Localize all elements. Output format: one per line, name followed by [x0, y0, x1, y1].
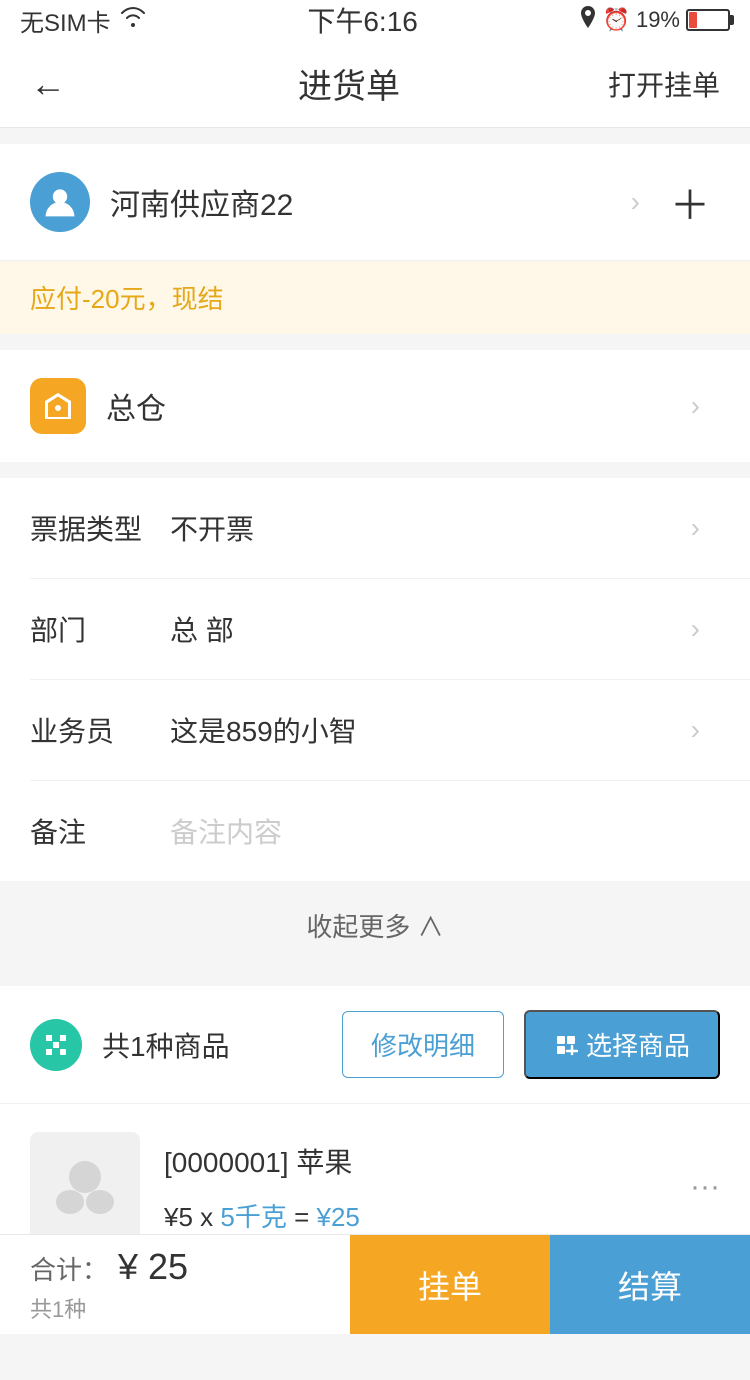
- alarm-icon: ⏰: [603, 7, 630, 33]
- supplier-name: 河南供应商22: [110, 180, 631, 224]
- supplier-avatar: [30, 172, 90, 232]
- product-more-button[interactable]: ···: [690, 1170, 720, 1204]
- product-thumbnail: [30, 1132, 140, 1242]
- salesperson-value: 这是859的小智: [170, 710, 691, 750]
- page-title: 进货单: [298, 59, 400, 108]
- invoice-type-chevron-icon: ›: [691, 512, 700, 544]
- remark-value[interactable]: 备注内容: [170, 811, 720, 851]
- product-count-icon: [30, 1019, 82, 1071]
- collapse-button[interactable]: 收起更多 ∧: [0, 881, 750, 970]
- select-product-label: 选择商品: [586, 1026, 690, 1063]
- supplier-chevron-icon: ›: [631, 186, 640, 218]
- department-label: 部门: [30, 609, 170, 649]
- back-button[interactable]: ←: [30, 63, 90, 105]
- total-label: 合计：: [30, 1250, 108, 1287]
- salesperson-label: 业务员: [30, 710, 170, 750]
- product-name: [0000001] 苹果: [164, 1141, 666, 1181]
- wifi-icon: [119, 6, 147, 35]
- gap-3: [0, 462, 750, 478]
- settle-button[interactable]: 结算: [550, 1235, 750, 1334]
- product-code: [0000001]: [164, 1147, 289, 1178]
- invoice-type-value: 不开票: [170, 508, 691, 548]
- gap-4: [0, 970, 750, 986]
- department-value: 总 部: [170, 609, 691, 649]
- collapse-text: 收起更多 ∧: [306, 907, 443, 944]
- battery-icon: [686, 9, 730, 31]
- add-button[interactable]: ＋: [660, 173, 720, 231]
- salesperson-chevron-icon: ›: [691, 714, 700, 746]
- product-multiply-icon: x: [200, 1202, 213, 1232]
- form-section: 票据类型 不开票 › 部门 总 部 › 业务员 这是859的小智 › 备注 备注…: [0, 478, 750, 881]
- gap-1: [0, 128, 750, 144]
- total-amount: ¥ 25: [118, 1246, 188, 1288]
- carrier-text: 无SIM卡: [20, 3, 111, 38]
- status-left: 无SIM卡: [20, 3, 147, 38]
- battery-text: 19%: [636, 7, 680, 33]
- product-price: ¥5 x 5千克 = ¥25: [164, 1197, 666, 1234]
- product-unit-price: ¥5: [164, 1202, 193, 1232]
- remark-label: 备注: [30, 811, 170, 851]
- warehouse-name: 总仓: [106, 384, 691, 428]
- invoice-type-row[interactable]: 票据类型 不开票 ›: [0, 478, 750, 578]
- modify-detail-button[interactable]: 修改明细: [342, 1011, 504, 1078]
- supplier-section: 河南供应商22 › ＋ 应付-20元，现结: [0, 144, 750, 334]
- salesperson-row[interactable]: 业务员 这是859的小智 ›: [0, 680, 750, 780]
- product-count-text: 共1种商品: [102, 1025, 322, 1065]
- status-time: 下午6:16: [307, 0, 418, 40]
- product-equals-icon: =: [294, 1202, 309, 1232]
- location-icon: [579, 6, 597, 34]
- footer: 合计： ¥ 25 共1种 挂单 结算: [0, 1234, 750, 1334]
- warehouse-section: 总仓 ›: [0, 350, 750, 462]
- warehouse-row[interactable]: 总仓 ›: [0, 350, 750, 462]
- status-right: ⏰ 19%: [579, 6, 730, 34]
- department-chevron-icon: ›: [691, 613, 700, 645]
- invoice-type-label: 票据类型: [30, 508, 170, 548]
- remark-row[interactable]: 备注 备注内容: [0, 781, 750, 881]
- status-bar: 无SIM卡 下午6:16 ⏰ 19%: [0, 0, 750, 40]
- product-info: [0000001] 苹果 ¥5 x 5千克 = ¥25: [164, 1141, 666, 1234]
- notice-banner: 应付-20元，现结: [0, 261, 750, 334]
- product-title: 苹果: [296, 1147, 352, 1178]
- hang-button[interactable]: 挂单: [350, 1235, 550, 1334]
- product-quantity: 5千克: [220, 1202, 286, 1232]
- supplier-row[interactable]: 河南供应商22 › ＋: [0, 144, 750, 261]
- product-section: 共1种商品 修改明细 选择商品 [0000001] 苹果: [0, 986, 750, 1270]
- gap-2: [0, 334, 750, 350]
- open-pending-button[interactable]: 打开挂单: [608, 64, 720, 104]
- footer-count: 共1种: [30, 1292, 320, 1324]
- product-header: 共1种商品 修改明细 选择商品: [0, 986, 750, 1103]
- warehouse-chevron-icon: ›: [691, 390, 700, 422]
- footer-total-row: 合计： ¥ 25: [30, 1246, 320, 1288]
- product-total-price: ¥25: [317, 1202, 360, 1232]
- warehouse-icon-wrap: [30, 378, 86, 434]
- footer-total: 合计： ¥ 25 共1种: [0, 1235, 350, 1334]
- nav-bar: ← 进货单 打开挂单: [0, 40, 750, 128]
- select-product-button[interactable]: 选择商品: [524, 1010, 720, 1079]
- department-row[interactable]: 部门 总 部 ›: [0, 579, 750, 679]
